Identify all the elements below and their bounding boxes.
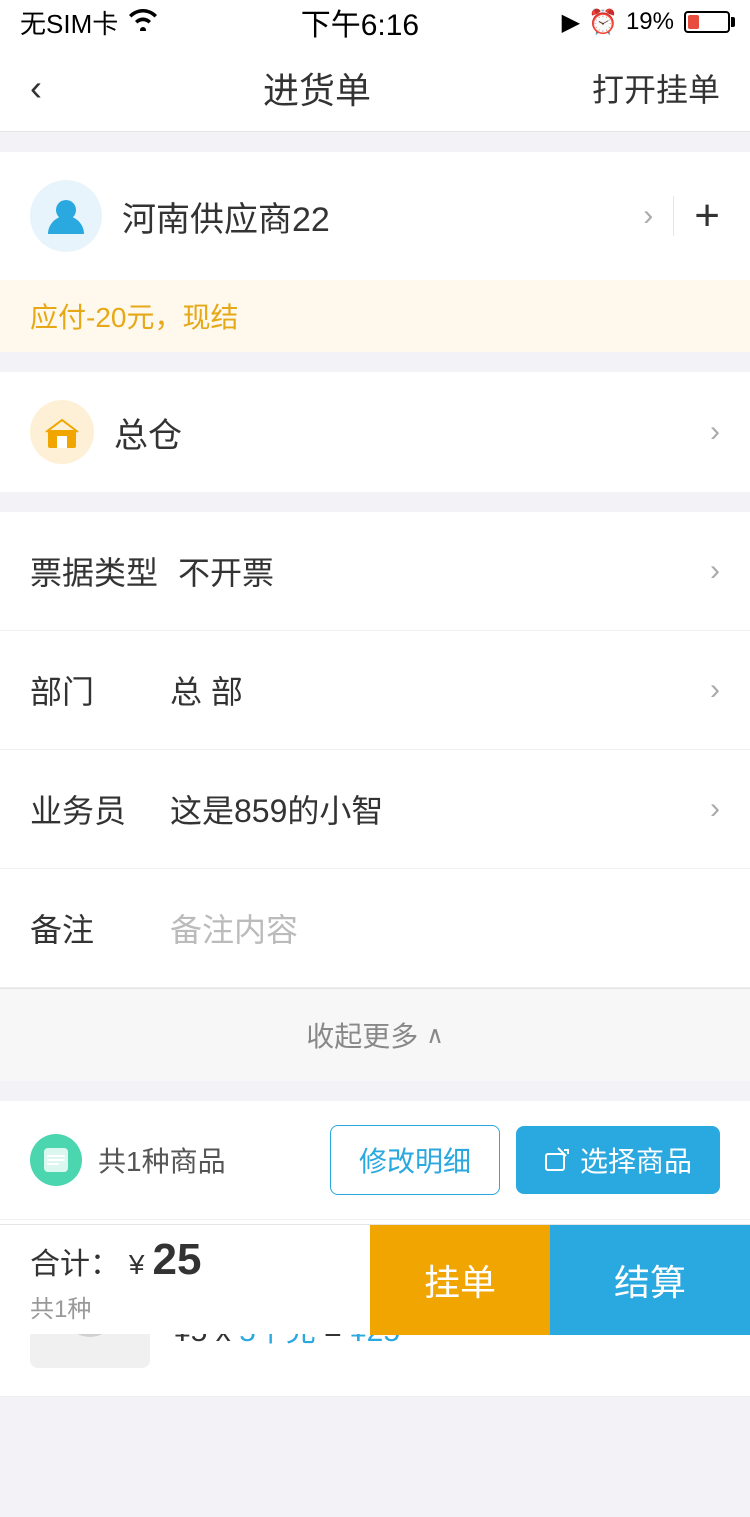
dept-label: 部门 (30, 667, 150, 713)
total-amount: 25 (152, 1235, 201, 1284)
collapse-label: 收起更多 (306, 1015, 418, 1055)
supplier-arrow-icon: › (643, 199, 653, 233)
form-section: 票据类型 不开票 › 部门 总 部 › 业务员 这是859的小智 › 备注 备注… (0, 512, 750, 988)
dept-value: 总 部 (170, 667, 710, 713)
hang-button[interactable]: 挂单 (370, 1225, 550, 1335)
product-header: 共1种商品 修改明细 选择商品 (0, 1101, 750, 1220)
carrier-text: 无SIM卡 (20, 4, 118, 41)
notice-text: 应付-20元，现结 (30, 302, 238, 333)
nav-bar: ‹ 进货单 打开挂单 (0, 44, 750, 132)
salesman-row[interactable]: 业务员 这是859的小智 › (0, 750, 750, 869)
warehouse-section: 总仓 › (0, 372, 750, 492)
location-icon: ▶ (562, 8, 580, 37)
add-supplier-button[interactable]: + (694, 194, 720, 238)
collapse-icon: ∧ (426, 1021, 444, 1050)
warehouse-row[interactable]: 总仓 › (0, 372, 750, 492)
supplier-section: 河南供应商22 › + 应付-20元，现结 (0, 152, 750, 352)
invoice-type-value: 不开票 (178, 548, 710, 594)
total-row: 合计： ¥25 (30, 1235, 340, 1285)
supplier-avatar (30, 180, 102, 252)
alarm-icon: ⏰ (588, 8, 618, 37)
back-button[interactable]: ‹ (30, 67, 42, 109)
collapse-row[interactable]: 收起更多 ∧ (0, 988, 750, 1081)
divider-3 (0, 492, 750, 512)
remark-placeholder: 备注内容 (170, 905, 720, 951)
supplier-name: 河南供应商22 (122, 192, 643, 241)
select-product-label: 选择商品 (580, 1140, 692, 1180)
product-header-icon (30, 1134, 82, 1186)
total-section: 合计： ¥25 共1种 (0, 1235, 370, 1324)
supplier-divider (673, 196, 674, 236)
bottom-bar: 合计： ¥25 共1种 挂单 结算 (0, 1224, 750, 1334)
battery-percent: 19% (626, 8, 674, 36)
status-left: 无SIM卡 (20, 4, 158, 41)
notice-bar: 应付-20元，现结 (0, 280, 750, 352)
divider-1 (0, 132, 750, 152)
warehouse-icon (30, 400, 94, 464)
salesman-arrow-icon: › (710, 792, 720, 826)
checkout-button[interactable]: 结算 (550, 1225, 750, 1335)
salesman-value: 这是859的小智 (170, 786, 710, 832)
total-label: 合计： (30, 1248, 120, 1281)
invoice-arrow-icon: › (710, 554, 720, 588)
dept-row[interactable]: 部门 总 部 › (0, 631, 750, 750)
divider-4 (0, 1081, 750, 1101)
battery-icon (684, 11, 730, 33)
invoice-type-label: 票据类型 (30, 548, 158, 594)
product-count: 共1种商品 (98, 1140, 330, 1180)
edit-detail-button[interactable]: 修改明细 (330, 1125, 500, 1195)
status-right: ▶ ⏰ 19% (562, 8, 730, 37)
supplier-row[interactable]: 河南供应商22 › + (0, 152, 750, 280)
select-product-button[interactable]: 选择商品 (516, 1126, 720, 1194)
page-title: 进货单 (263, 62, 371, 114)
total-sub: 共1种 (30, 1289, 340, 1324)
salesman-label: 业务员 (30, 786, 150, 832)
dept-arrow-icon: › (710, 673, 720, 707)
remark-row[interactable]: 备注 备注内容 (0, 869, 750, 988)
warehouse-arrow-icon: › (710, 415, 720, 449)
remark-label: 备注 (30, 905, 150, 951)
invoice-type-row[interactable]: 票据类型 不开票 › (0, 512, 750, 631)
total-unit: ¥ (129, 1249, 145, 1280)
status-time: 下午6:16 (301, 0, 419, 44)
status-bar: 无SIM卡 下午6:16 ▶ ⏰ 19% (0, 0, 750, 44)
divider-2 (0, 352, 750, 372)
warehouse-name: 总仓 (114, 408, 710, 457)
wifi-icon (128, 7, 158, 38)
open-pending-button[interactable]: 打开挂单 (592, 65, 720, 111)
